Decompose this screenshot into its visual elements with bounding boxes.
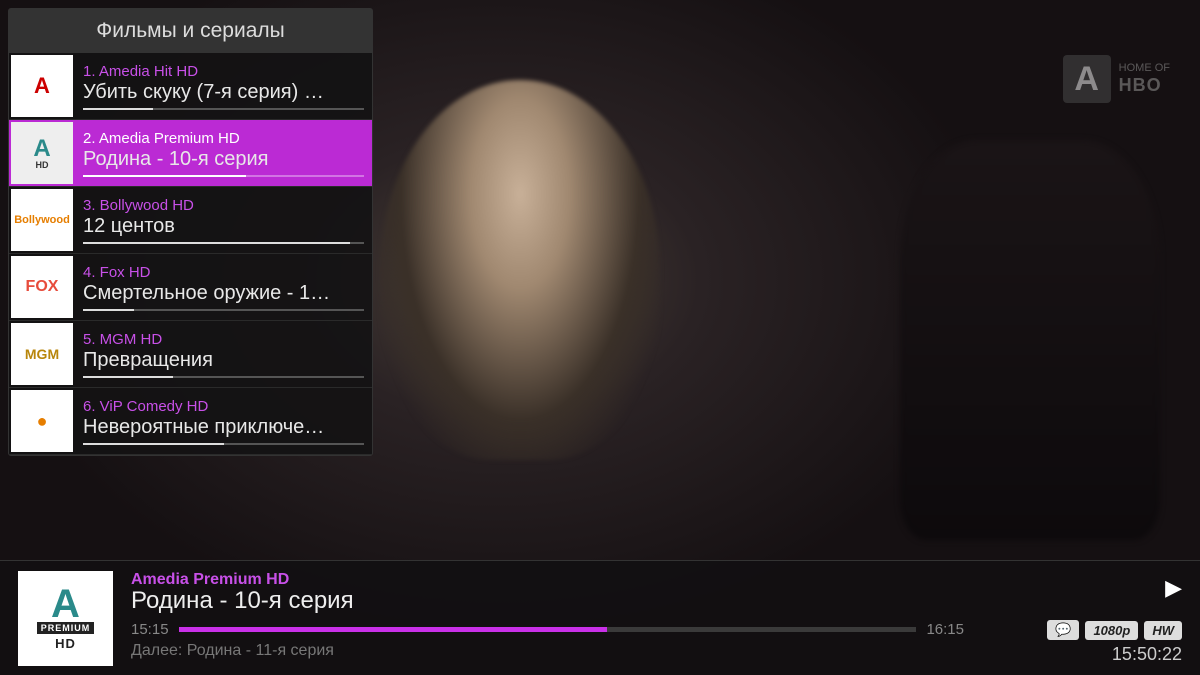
channel-row[interactable]: 5. MGM HDПревращения <box>9 321 372 388</box>
channel-name: 5. MGM HD <box>83 331 364 348</box>
channel-row[interactable]: 3. Bollywood HD12 центов <box>9 187 372 254</box>
channel-row[interactable]: 1. Amedia Hit HDУбить скуку (7-я серия) … <box>9 53 372 120</box>
clock: 15:50:22 <box>1112 644 1182 665</box>
program-end-time: 16:15 <box>926 621 964 638</box>
channel-logo <box>11 122 73 184</box>
now-playing-program: Родина - 10-я серия <box>131 587 964 615</box>
channel-progress <box>83 108 364 110</box>
channel-progress <box>83 376 364 378</box>
channel-name: 6. ViP Comedy HD <box>83 398 364 415</box>
channel-row[interactable]: 2. Amedia Premium HDРодина - 10-я серия <box>9 120 372 187</box>
channel-row[interactable]: 4. Fox HDСмертельное оружие - 1… <box>9 254 372 321</box>
channel-name: 3. Bollywood HD <box>83 197 364 214</box>
channel-logo <box>11 256 73 318</box>
play-icon[interactable]: ▶ <box>1165 575 1182 601</box>
now-playing-bar: A PREMIUM HD Amedia Premium HD Родина - … <box>0 560 1200 675</box>
decoder-badge: HW <box>1144 621 1182 640</box>
watermark-text: HOME OF HBO <box>1119 62 1170 97</box>
channel-logo <box>11 55 73 117</box>
channel-current-program: Родина - 10-я серия <box>83 148 364 171</box>
channel-current-program: 12 центов <box>83 215 364 238</box>
channel-current-program: Смертельное оружие - 1… <box>83 282 364 305</box>
channel-progress <box>83 175 364 177</box>
channel-logo <box>11 189 73 251</box>
watermark-logo: A <box>1063 55 1111 103</box>
program-start-time: 15:15 <box>131 621 169 638</box>
channel-list-panel[interactable]: Фильмы и сериалы 1. Amedia Hit HDУбить с… <box>8 8 373 456</box>
channel-progress <box>83 443 364 445</box>
channel-current-program: Невероятные приключе… <box>83 416 364 439</box>
next-program: Далее: Родина - 11-я серия <box>131 642 964 660</box>
resolution-badge: 1080p <box>1085 621 1138 640</box>
channel-name: 4. Fox HD <box>83 264 364 281</box>
channel-progress <box>83 309 364 311</box>
program-progress-bar[interactable] <box>179 627 917 632</box>
now-playing-channel-logo: A PREMIUM HD <box>18 571 113 666</box>
channel-progress <box>83 242 364 244</box>
channel-list-title: Фильмы и сериалы <box>9 9 372 53</box>
channel-name: 2. Amedia Premium HD <box>83 130 364 147</box>
subtitles-badge[interactable] <box>1047 620 1079 640</box>
channel-row[interactable]: 6. ViP Comedy HDНевероятные приключе… <box>9 388 372 455</box>
channel-name: 1. Amedia Hit HD <box>83 63 364 80</box>
channel-watermark: A HOME OF HBO <box>1063 55 1170 103</box>
channel-logo <box>11 390 73 452</box>
channel-current-program: Убить скуку (7-я серия) … <box>83 81 364 104</box>
channel-current-program: Превращения <box>83 349 364 372</box>
channel-logo <box>11 323 73 385</box>
